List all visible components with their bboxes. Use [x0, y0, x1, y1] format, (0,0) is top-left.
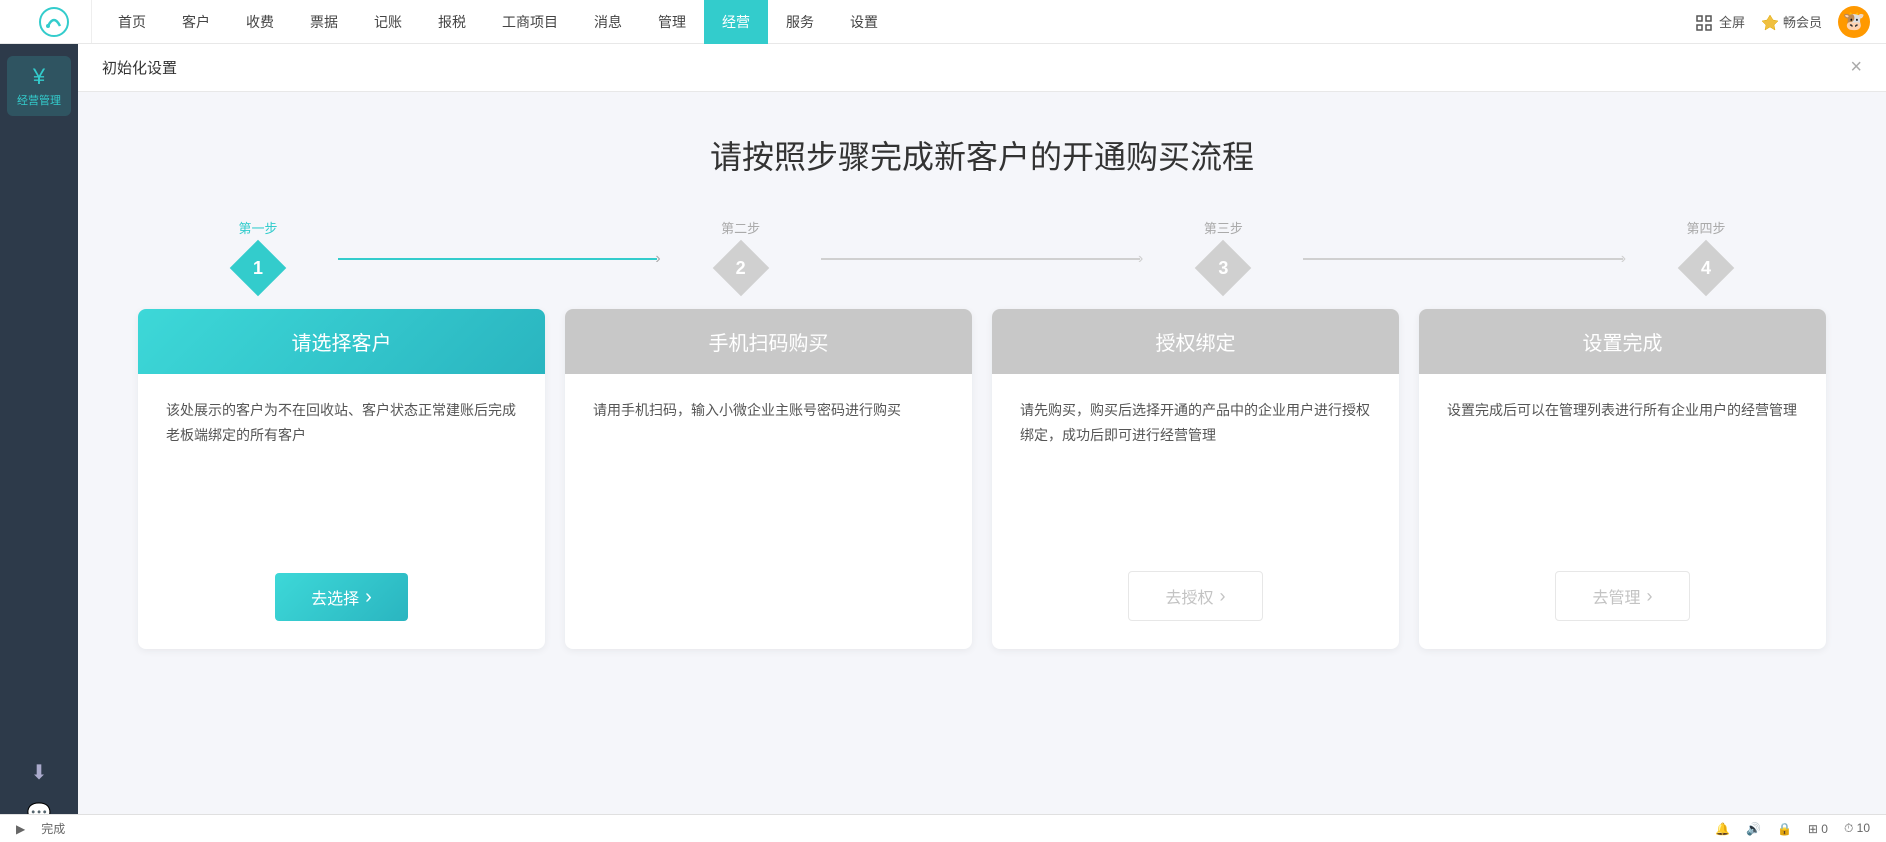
card-2-header: 手机扫码购买	[565, 309, 972, 374]
sidebar: ¥ 经营管理 ⬇ 💬	[0, 44, 78, 842]
nav-bookkeeping[interactable]: 记账	[356, 0, 420, 44]
nav-fee[interactable]: 收费	[228, 0, 292, 44]
card-1-header: 请选择客户	[138, 309, 545, 374]
step-1-num: 1	[253, 258, 263, 279]
card-2-footer	[565, 605, 972, 649]
card-select-customer: 请选择客户 该处展示的客户为不在回收站、客户状态正常建账后完成老板端绑定的所有客…	[138, 309, 545, 649]
nav-business[interactable]: 工商项目	[484, 0, 576, 44]
play-icon: ▶	[16, 822, 25, 836]
nav-service[interactable]: 服务	[768, 0, 832, 44]
wizard-cards: 请选择客户 该处展示的客户为不在回收站、客户状态正常建账后完成老板端绑定的所有客…	[138, 309, 1826, 649]
card-setup-done: 设置完成 设置完成后可以在管理列表进行所有企业用户的经营管理 去管理 ›	[1419, 309, 1826, 649]
go-select-label: 去选择	[311, 585, 359, 609]
card-auth-bind: 授权绑定 请先购买，购买后选择开通的产品中的企业用户进行授权绑定，成功后即可进行…	[992, 309, 1399, 649]
nav-message[interactable]: 消息	[576, 0, 640, 44]
step-4-label: 第四步	[1687, 218, 1726, 237]
sidebar-item-operation[interactable]: ¥ 经营管理	[7, 56, 71, 116]
step-1: 第一步 1	[178, 218, 338, 293]
card-4-text: 设置完成后可以在管理列表进行所有企业用户的经营管理	[1447, 402, 1797, 418]
operation-icon: ¥	[33, 64, 45, 90]
wizard-container: 请按照步骤完成新客户的开通购买流程 第一步 1 ›	[78, 92, 1886, 679]
nav-manage[interactable]: 管理	[640, 0, 704, 44]
go-auth-arrow: ›	[1220, 586, 1226, 607]
card-3-body: 请先购买，购买后选择开通的产品中的企业用户进行授权绑定，成功后即可进行经营管理	[992, 374, 1399, 555]
go-select-arrow: ›	[365, 586, 372, 609]
nav-invoice[interactable]: 票据	[292, 0, 356, 44]
main-content: 初始化设置 × 请按照步骤完成新客户的开通购买流程 第一步 1 ›	[78, 44, 1886, 842]
step-3: 第三步 3	[1143, 218, 1303, 293]
vip-btn[interactable]: 畅会员	[1761, 12, 1822, 31]
step-2-indicator: 2	[716, 243, 766, 293]
step-2-label: 第二步	[721, 218, 760, 237]
go-auth-label: 去授权	[1165, 584, 1213, 608]
go-auth-button[interactable]: 去授权 ›	[1128, 571, 1262, 621]
top-navigation: 首页 客户 收费 票据 记账 报税 工商项目 消息 管理 经营 服务 设置 全屏…	[0, 0, 1886, 44]
wizard-title: 请按照步骤完成新客户的开通购买流程	[138, 132, 1826, 178]
card-3-title: 授权绑定	[1156, 333, 1236, 355]
page-header: 初始化设置 ×	[78, 44, 1886, 92]
steps-timeline: 第一步 1 › 第二步 2	[138, 218, 1826, 293]
step-3-num: 3	[1218, 258, 1228, 279]
page-title: 初始化设置	[102, 57, 177, 78]
card-1-footer: 去选择 ›	[138, 557, 545, 649]
conn-line-3	[1303, 258, 1622, 260]
status-bar-right: 🔔 🔊 🔒 ⊞ 0 ⏱ 10	[1715, 821, 1870, 836]
step-1-indicator: 1	[233, 243, 283, 293]
go-manage-button[interactable]: 去管理 ›	[1555, 571, 1689, 621]
step-3-indicator: 3	[1198, 243, 1248, 293]
card-4-body: 设置完成后可以在管理列表进行所有企业用户的经营管理	[1419, 374, 1826, 555]
connector-2-3: ›	[821, 250, 1144, 268]
user-avatar[interactable]: 🐮	[1838, 6, 1870, 38]
go-manage-label: 去管理	[1592, 584, 1640, 608]
nav-home[interactable]: 首页	[100, 0, 164, 44]
step-4-indicator: 4	[1681, 243, 1731, 293]
nav-operation[interactable]: 经营	[704, 0, 768, 44]
timer-icon: ⏱ 10	[1844, 821, 1870, 836]
step-4: 第四步 4	[1626, 218, 1786, 293]
card-3-header: 授权绑定	[992, 309, 1399, 374]
go-select-button[interactable]: 去选择 ›	[275, 573, 408, 621]
status-text: 完成	[41, 820, 65, 837]
step-2-num: 2	[736, 258, 746, 279]
step-3-label: 第三步	[1204, 218, 1243, 237]
card-qr-purchase: 手机扫码购买 请用手机扫码，输入小微企业主账号密码进行购买	[565, 309, 972, 649]
card-4-title: 设置完成	[1583, 333, 1663, 355]
close-button[interactable]: ×	[1850, 56, 1862, 79]
go-manage-arrow: ›	[1647, 586, 1653, 607]
step-1-label: 第一步	[238, 218, 277, 237]
download-icon[interactable]: ⬇	[31, 760, 48, 785]
conn-line-2	[821, 258, 1140, 260]
card-2-text: 请用手机扫码，输入小微企业主账号密码进行购买	[593, 402, 901, 418]
nav-right-actions: 全屏 畅会员 🐮	[1696, 6, 1870, 38]
nav-tax[interactable]: 报税	[420, 0, 484, 44]
app-logo	[16, 0, 92, 43]
card-2-body: 请用手机扫码，输入小微企业主账号密码进行购买	[565, 374, 972, 605]
card-2-title: 手机扫码购买	[709, 333, 829, 355]
card-1-title: 请选择客户	[292, 333, 392, 355]
grid-icon[interactable]: ⊞ 0	[1808, 822, 1828, 836]
card-1-text: 该处展示的客户为不在回收站、客户状态正常建账后完成老板端绑定的所有客户	[166, 402, 516, 443]
main-layout: ¥ 经营管理 ⬇ 💬 初始化设置 × 请按照步骤完成新客户的开通购买流程 第一步	[0, 44, 1886, 842]
connector-1-2: ›	[338, 250, 661, 268]
step-4-num: 4	[1701, 258, 1711, 279]
card-4-header: 设置完成	[1419, 309, 1826, 374]
volume-icon[interactable]: 🔊	[1746, 822, 1761, 836]
lock-icon[interactable]: 🔒	[1777, 822, 1792, 836]
card-3-footer: 去授权 ›	[992, 555, 1399, 649]
step-2: 第二步 2	[661, 218, 821, 293]
fullscreen-btn[interactable]: 全屏	[1696, 12, 1745, 32]
conn-line-1	[338, 258, 657, 260]
card-1-body: 该处展示的客户为不在回收站、客户状态正常建账后完成老板端绑定的所有客户	[138, 374, 545, 557]
sidebar-item-label: 经营管理	[17, 94, 61, 108]
notification-icon[interactable]: 🔔	[1715, 822, 1730, 836]
card-4-footer: 去管理 ›	[1419, 555, 1826, 649]
connector-3-4: ›	[1303, 250, 1626, 268]
nav-settings[interactable]: 设置	[832, 0, 896, 44]
card-3-text: 请先购买，购买后选择开通的产品中的企业用户进行授权绑定，成功后即可进行经营管理	[1020, 402, 1370, 443]
status-bar: ▶ 完成 🔔 🔊 🔒 ⊞ 0 ⏱ 10	[0, 814, 1886, 842]
nav-customer[interactable]: 客户	[164, 0, 228, 44]
